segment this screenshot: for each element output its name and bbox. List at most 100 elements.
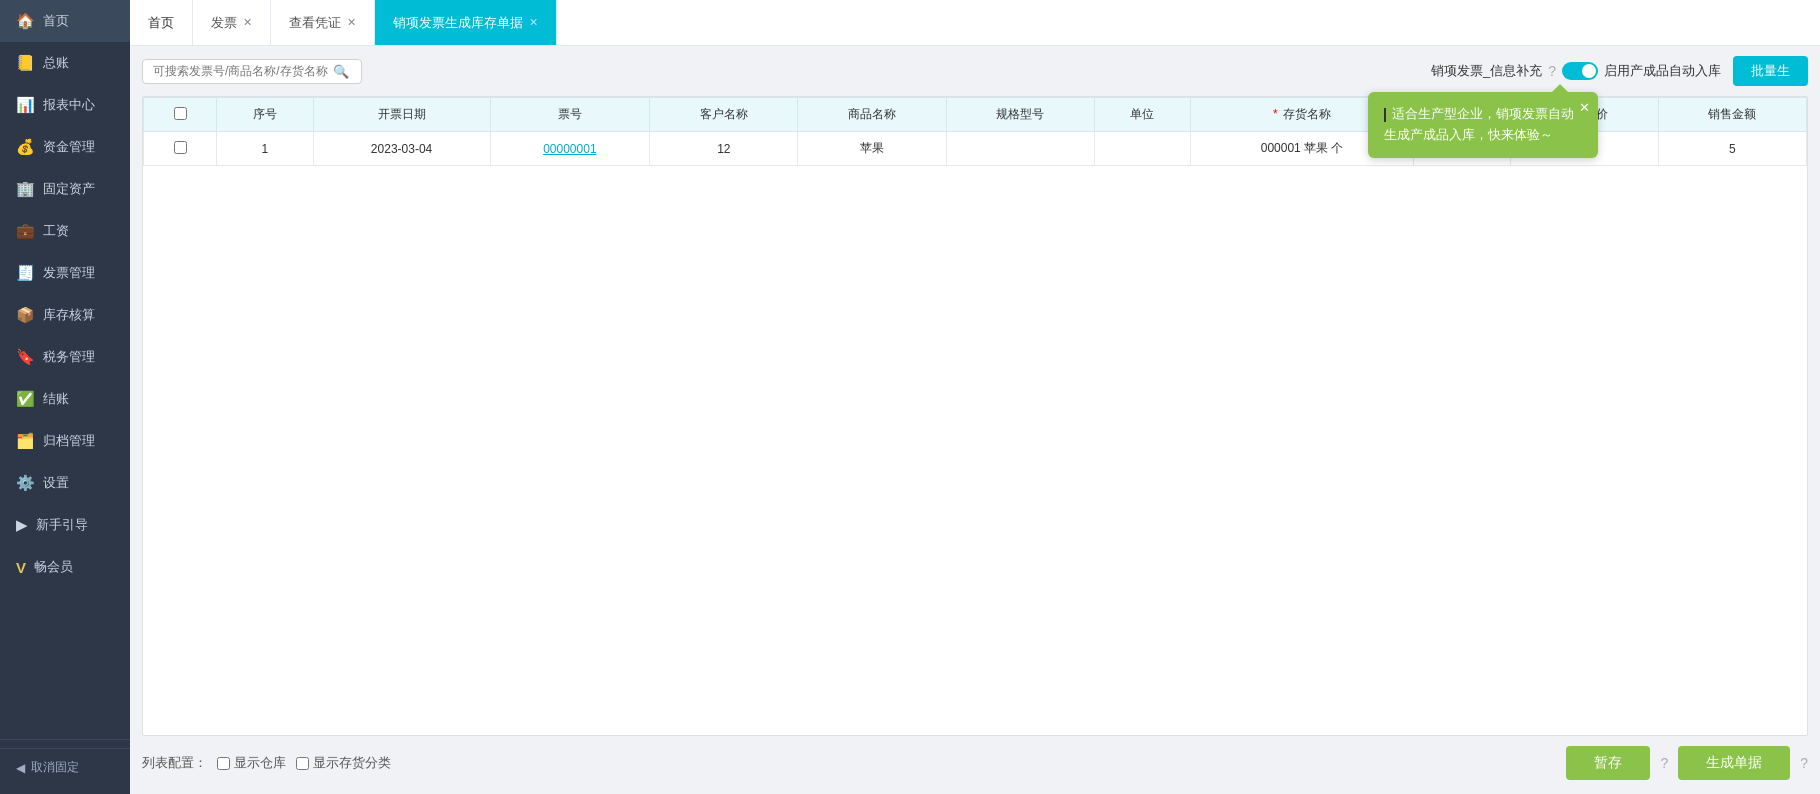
sidebar-item-funds[interactable]: 💰 资金管理 [0, 126, 130, 168]
bottom-actions: 暂存 ? 生成单据 ? [1566, 746, 1808, 780]
checkout-icon: ✅ [16, 390, 35, 408]
sidebar-item-checkout[interactable]: ✅ 结账 [0, 378, 130, 420]
save-help-icon[interactable]: ? [1660, 755, 1668, 771]
tab-create-inventory-close[interactable]: ✕ [529, 16, 538, 29]
home-icon: 🏠 [16, 12, 35, 30]
tab-create-inventory[interactable]: 销项发票生成库存单据 ✕ [375, 0, 557, 45]
sidebar-item-reports[interactable]: 📊 报表中心 [0, 84, 130, 126]
sidebar-item-label: 归档管理 [43, 432, 95, 450]
tab-home[interactable]: 首页 [130, 0, 193, 45]
show-warehouse-label[interactable]: 显示仓库 [217, 754, 286, 772]
invoice-mgmt-icon: 🧾 [16, 264, 35, 282]
sidebar-item-label: 设置 [43, 474, 69, 492]
row-checkbox[interactable] [174, 141, 187, 154]
sidebar-item-label: 总账 [43, 54, 69, 72]
info-help-icon[interactable]: ? [1548, 63, 1556, 79]
batch-button[interactable]: 批量生 [1733, 56, 1808, 86]
row-sales-amount: 5 [1658, 132, 1806, 166]
sidebar-item-label: 新手引导 [36, 516, 88, 534]
show-category-checkbox[interactable] [296, 757, 309, 770]
sidebar-item-inventory[interactable]: 📦 库存核算 [0, 294, 130, 336]
sidebar: 🏠 首页 📒 总账 📊 报表中心 💰 资金管理 🏢 固定资产 💼 工资 🧾 发票… [0, 0, 130, 794]
tab-voucher-close[interactable]: ✕ [347, 16, 356, 29]
tooltip-text: 适合生产型企业，销项发票自动生成产成品入库，快来体验～ [1384, 106, 1574, 142]
pin-icon: ◀ [16, 761, 25, 775]
sidebar-item-ledger[interactable]: 📒 总账 [0, 42, 130, 84]
auto-warehouse-toggle[interactable] [1562, 62, 1598, 80]
sidebar-item-guide[interactable]: ▶ 新手引导 [0, 504, 130, 546]
sidebar-item-label: 畅会员 [34, 558, 73, 576]
bottom-bar: 列表配置： 显示仓库 显示存货分类 暂存 ? 生成单据 ? [142, 736, 1808, 784]
sidebar-item-label: 工资 [43, 222, 69, 240]
sidebar-item-archive[interactable]: 🗂️ 归档管理 [0, 420, 130, 462]
tab-voucher-label: 查看凭证 [289, 14, 341, 32]
tab-invoice-label: 发票 [211, 14, 237, 32]
config-label: 列表配置： [142, 754, 207, 772]
payroll-icon: 💼 [16, 222, 35, 240]
page-content: 🔍 销项发票_信息补充 ? 适合生产型企业，销项发票自动生成产成品入库，快来体验… [130, 46, 1820, 794]
inventory-icon: 📦 [16, 306, 35, 324]
sidebar-item-payroll[interactable]: 💼 工资 [0, 210, 130, 252]
sidebar-item-label: 报表中心 [43, 96, 95, 114]
reports-icon: 📊 [16, 96, 35, 114]
tab-create-inventory-label: 销项发票生成库存单据 [393, 14, 523, 32]
sidebar-item-label: 发票管理 [43, 264, 95, 282]
sidebar-item-home[interactable]: 🏠 首页 [0, 0, 130, 42]
archive-icon: 🗂️ [16, 432, 35, 450]
col-checkbox [144, 98, 217, 132]
tab-voucher[interactable]: 查看凭证 ✕ [271, 0, 375, 45]
assets-icon: 🏢 [16, 180, 35, 198]
tab-invoice-close[interactable]: ✕ [243, 16, 252, 29]
save-button[interactable]: 暂存 [1566, 746, 1650, 780]
sidebar-item-tax[interactable]: 🔖 税务管理 [0, 336, 130, 378]
row-spec [946, 132, 1094, 166]
sidebar-item-settings[interactable]: ⚙️ 设置 [0, 462, 130, 504]
col-spec: 规格型号 [946, 98, 1094, 132]
sidebar-item-invoice-mgmt[interactable]: 🧾 发票管理 [0, 252, 130, 294]
tab-bar: 首页 发票 ✕ 查看凭证 ✕ 销项发票生成库存单据 ✕ [130, 0, 1820, 46]
sidebar-item-assets[interactable]: 🏢 固定资产 [0, 168, 130, 210]
show-warehouse-text: 显示仓库 [234, 754, 286, 772]
row-checkbox-cell [144, 132, 217, 166]
row-seq: 1 [217, 132, 314, 166]
sidebar-item-label: 结账 [43, 390, 69, 408]
sidebar-item-label: 固定资产 [43, 180, 95, 198]
tab-invoice[interactable]: 发票 ✕ [193, 0, 271, 45]
show-warehouse-checkbox[interactable] [217, 757, 230, 770]
toolbar-info: 销项发票_信息补充 ? 适合生产型企业，销项发票自动生成产成品入库，快来体验～ … [1431, 62, 1721, 80]
settings-icon: ⚙️ [16, 474, 35, 492]
search-box[interactable]: 🔍 [142, 59, 362, 84]
guide-icon: ▶ [16, 516, 28, 534]
required-star: * [1273, 107, 1278, 121]
row-ticket-no[interactable]: 00000001 [490, 132, 650, 166]
col-seq: 序号 [217, 98, 314, 132]
sidebar-item-label: 税务管理 [43, 348, 95, 366]
col-customer: 客户名称 [650, 98, 798, 132]
tooltip-close-btn[interactable]: ✕ [1579, 98, 1590, 119]
info-label: 销项发票_信息补充 [1431, 62, 1542, 80]
list-config: 列表配置： 显示仓库 显示存货分类 [142, 754, 391, 772]
sidebar-item-member[interactable]: V 畅会员 [0, 546, 130, 588]
row-customer: 12 [650, 132, 798, 166]
col-date: 开票日期 [313, 98, 490, 132]
row-date: 2023-03-04 [313, 132, 490, 166]
show-category-text: 显示存货分类 [313, 754, 391, 772]
generate-button[interactable]: 生成单据 [1678, 746, 1790, 780]
ledger-icon: 📒 [16, 54, 35, 72]
select-all-checkbox[interactable] [174, 107, 187, 120]
sidebar-item-label: 资金管理 [43, 138, 95, 156]
generate-help-icon[interactable]: ? [1800, 755, 1808, 771]
toggle-area: 适合生产型企业，销项发票自动生成产成品入库，快来体验～ ✕ [1562, 62, 1598, 80]
sidebar-pin-btn[interactable]: ◀ 取消固定 [0, 748, 130, 786]
show-category-label[interactable]: 显示存货分类 [296, 754, 391, 772]
main-content: 首页 发票 ✕ 查看凭证 ✕ 销项发票生成库存单据 ✕ 🔍 销项发票_信息补充 … [130, 0, 1820, 794]
row-unit [1094, 132, 1191, 166]
sidebar-bottom: ◀ 取消固定 [0, 739, 130, 794]
col-product-name: 商品名称 [798, 98, 946, 132]
col-ticket-no: 票号 [490, 98, 650, 132]
tab-home-label: 首页 [148, 14, 174, 32]
search-icon: 🔍 [333, 64, 349, 79]
tooltip-popup: 适合生产型企业，销项发票自动生成产成品入库，快来体验～ ✕ [1368, 92, 1598, 158]
search-input[interactable] [153, 64, 333, 78]
ticket-no-link[interactable]: 00000001 [543, 142, 596, 156]
